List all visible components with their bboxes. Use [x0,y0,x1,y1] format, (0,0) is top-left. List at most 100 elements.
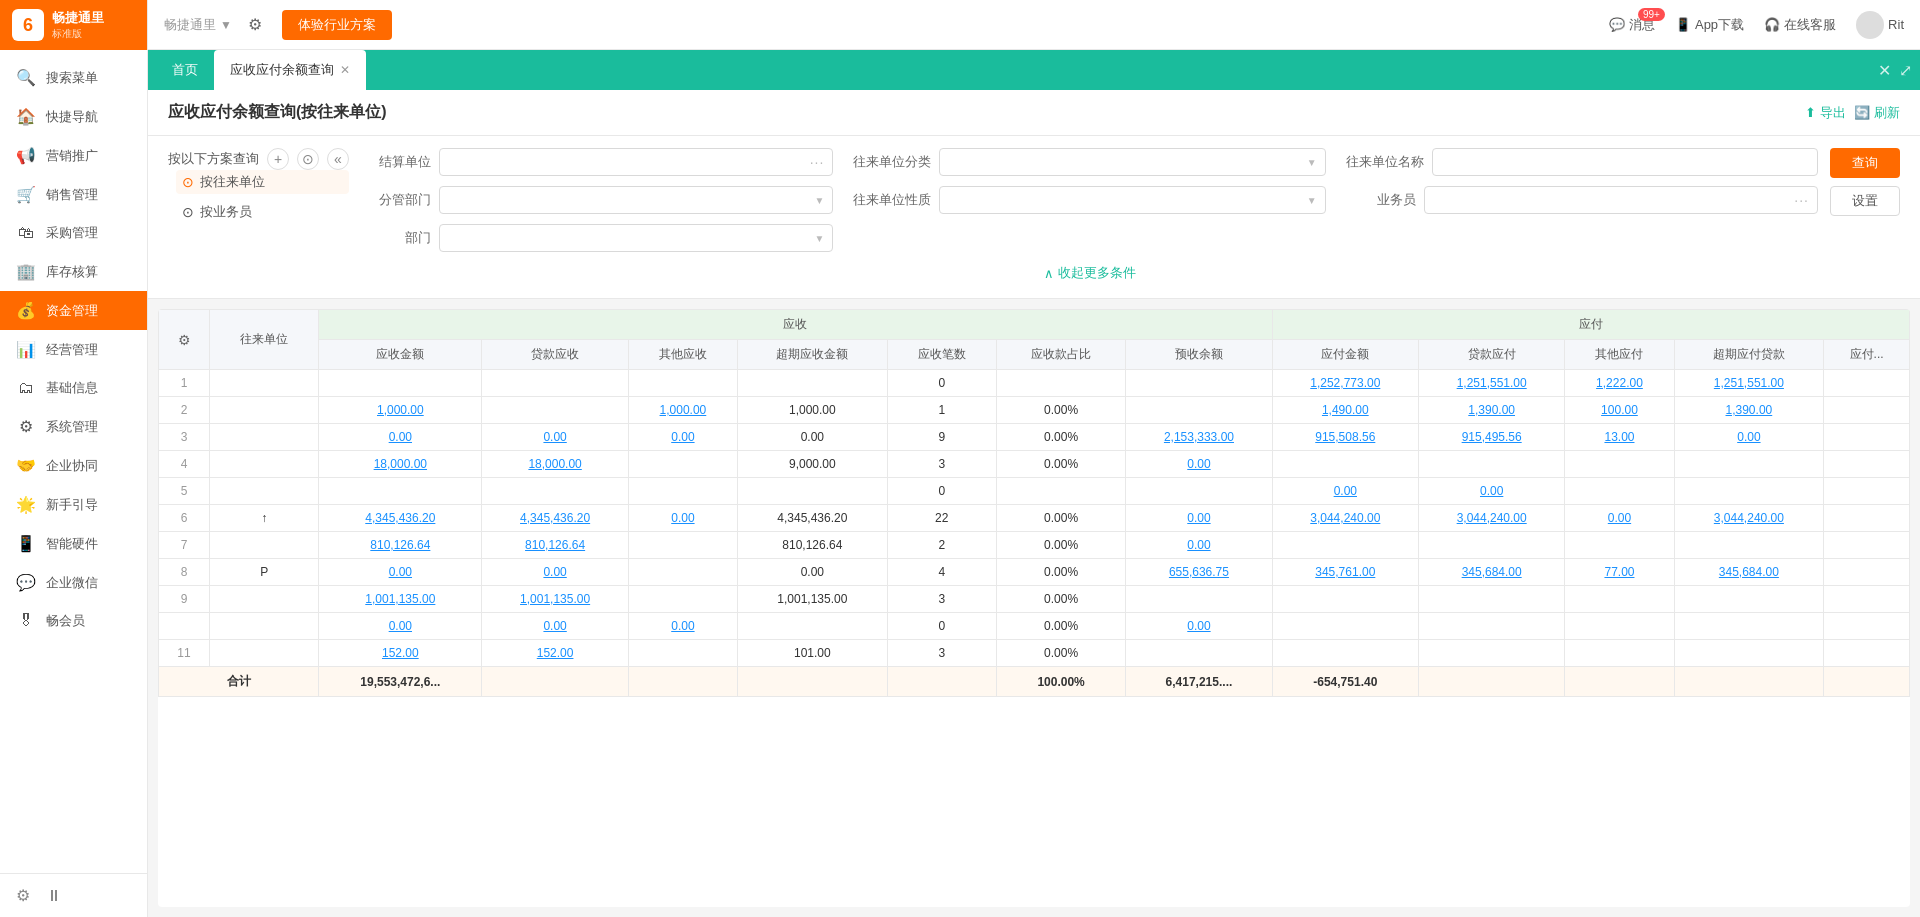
sidebar-item-finance[interactable]: 💰资金管理 [0,291,147,330]
collapse-bottom-icon[interactable]: ⏸ [46,887,62,905]
collapse-scheme-btn[interactable]: « [327,148,349,170]
sidebar-item-marketing[interactable]: 📢营销推广 [0,136,147,175]
sidebar-item-basic[interactable]: 🗂基础信息 [0,369,147,407]
sidebar-item-purchase[interactable]: 🛍采购管理 [0,214,147,252]
table-row: 7810,126.64810,126.64810,126.6420.00%0.0… [159,532,1910,559]
filter-dept-input[interactable]: ▼ [439,224,833,252]
maximize-window-icon[interactable]: ⤢ [1899,61,1912,80]
data-table: ⚙ 往来单位 应收 应付 应收金额 贷款应收 其他应收 超期应收金额 应收笔数 … [158,309,1910,697]
close-window-icon[interactable]: ✕ [1878,61,1891,80]
hardware-icon: 📱 [16,534,36,553]
summary-overdue-ar [738,667,888,697]
table-row: 418,000.0018,000.009,000.0030.00%0.00 [159,451,1910,478]
filter-unit-category-input[interactable]: ▼ [939,148,1325,176]
message-btn[interactable]: 💬 消息 99+ [1609,16,1655,34]
collapse-label: 收起更多条件 [1058,264,1136,282]
sales-icon: 🛒 [16,185,36,204]
topbar: 畅捷通里 ▼ ⚙ 体验行业方案 💬 消息 99+ 📱 App下载 🎧 在线客服 … [148,0,1920,50]
user-avatar[interactable]: Rit [1856,11,1904,39]
filter-salesperson-label: 业务员 [1346,191,1416,209]
table-row: 500.000.00 [159,478,1910,505]
sidebar-item-search[interactable]: 🔍搜索菜单 [0,58,147,97]
page-header: 应收应付余额查询(按往来单位) ⬆ 导出 🔄 刷新 [148,90,1920,136]
filter-scheme-list: ⊙ 按往来单位 ⊙ 按业务员 [176,170,349,224]
filter-dept-manage: 分管部门 ▼ [361,186,833,214]
filter-unit-name-input[interactable] [1432,148,1818,176]
col-other-ar: 其他应收 [628,340,737,370]
table-row: 8P0.000.000.0040.00%655,636.75345,761.00… [159,559,1910,586]
solution-btn[interactable]: 体验行业方案 [282,10,392,40]
sidebar-item-label-quick: 快捷导航 [46,108,98,126]
sidebar-item-system[interactable]: ⚙系统管理 [0,407,147,446]
filter-unit-nature: 往来单位性质 ▼ [853,186,1325,214]
filter-unit-nature-input[interactable]: ▼ [939,186,1325,214]
table-settings-icon[interactable]: ⚙ [178,332,191,348]
filter-salesperson-input[interactable]: ··· [1424,186,1818,214]
query-btn[interactable]: 查询 [1830,148,1900,178]
filter-unit-category: 往来单位分类 ▼ [853,148,1325,176]
app-label: App下载 [1695,16,1744,34]
operation-icon: 📊 [16,340,36,359]
collapse-arrow-icon: ∧ [1044,266,1054,281]
scheme-by-unit[interactable]: ⊙ 按往来单位 [176,170,349,194]
sidebar-item-quick[interactable]: 🏠快捷导航 [0,97,147,136]
tabbar: 首页 应收应付余额查询 ✕ ✕ ⤢ [148,50,1920,90]
filter-area: 按以下方案查询 + ⊙ « ⊙ 按往来单位 ⊙ 按业务员 [148,136,1920,299]
table-row: 91,001,135.001,001,135.001,001,135.0030.… [159,586,1910,613]
sidebar-item-label-member: 畅会员 [46,612,85,630]
filter-unit-category-label: 往来单位分类 [853,153,931,171]
sidebar-item-inventory[interactable]: 🏢库存核算 [0,252,147,291]
filter-settlement-input[interactable]: ··· [439,148,833,176]
sidebar-item-sales[interactable]: 🛒销售管理 [0,175,147,214]
filter-scheme-header: 按以下方案查询 + ⊙ « [168,148,349,170]
sidebar-item-member[interactable]: 🎖畅会员 [0,602,147,640]
filter-dept-manage-label: 分管部门 [361,191,431,209]
add-scheme-btn[interactable]: + [267,148,289,170]
sidebar-item-hardware[interactable]: 📱智能硬件 [0,524,147,563]
export-label: 导出 [1820,104,1846,122]
filter-scheme-label: 按以下方案查询 [168,150,259,168]
tab-ar-ap[interactable]: 应收应付余额查询 ✕ [214,50,366,90]
sidebar-item-operation[interactable]: 📊经营管理 [0,330,147,369]
sidebar-item-corp[interactable]: 🤝企业协同 [0,446,147,485]
service-label: 在线客服 [1784,16,1836,34]
inventory-icon: 🏢 [16,262,36,281]
refresh-btn[interactable]: 🔄 刷新 [1854,104,1900,122]
sidebar-item-label-corp: 企业协同 [46,457,98,475]
sidebar-item-guide[interactable]: 🌟新手引导 [0,485,147,524]
filter-dept-manage-dropdown-icon: ▼ [814,195,824,206]
service-btn[interactable]: 🎧 在线客服 [1764,16,1836,34]
service-icon: 🎧 [1764,17,1780,32]
main-area: 畅捷通里 ▼ ⚙ 体验行业方案 💬 消息 99+ 📱 App下载 🎧 在线客服 … [148,0,1920,917]
filter-salesperson: 业务员 ··· [1346,186,1818,214]
col-ap-more: 应付... [1824,340,1910,370]
filter-dept-label: 部门 [361,229,431,247]
scheme-by-staff[interactable]: ⊙ 按业务员 [176,200,349,224]
purchase-icon: 🛍 [16,224,36,242]
filter-settlement-label: 结算单位 [361,153,431,171]
table-row: 6↑4,345,436.204,345,436.200.004,345,436.… [159,505,1910,532]
set-btn[interactable]: 设置 [1830,186,1900,216]
export-btn[interactable]: ⬆ 导出 [1805,104,1846,122]
table-area: ⚙ 往来单位 应收 应付 应收金额 贷款应收 其他应收 超期应收金额 应收笔数 … [158,309,1910,907]
app-btn[interactable]: 📱 App下载 [1675,16,1744,34]
tab-ar-ap-close[interactable]: ✕ [340,63,350,77]
sidebar-item-wechat[interactable]: 💬企业微信 [0,563,147,602]
breadcrumb: 畅捷通里 ▼ [164,16,232,34]
topbar-gear-icon[interactable]: ⚙ [248,15,262,34]
tab-home[interactable]: 首页 [156,50,214,90]
summary-overdue-ap [1674,667,1824,697]
col-partner-header: 往来单位 [210,310,319,370]
search-icon: 🔍 [16,68,36,87]
summary-ap-amount: -654,751.40 [1272,667,1418,697]
filter-collapse-btn[interactable]: ∧ 收起更多条件 [361,260,1818,286]
summary-ap-more [1824,667,1910,697]
breadcrumb-dropdown-icon[interactable]: ▼ [220,18,232,32]
summary-label: 合计 [159,667,319,697]
edit-scheme-btn[interactable]: ⊙ [297,148,319,170]
summary-ar-count [887,667,996,697]
col-settings-header: ⚙ [159,310,210,370]
filter-dept-manage-input[interactable]: ▼ [439,186,833,214]
settings-bottom-icon[interactable]: ⚙ [16,886,30,905]
sidebar-item-label-finance: 资金管理 [46,302,98,320]
